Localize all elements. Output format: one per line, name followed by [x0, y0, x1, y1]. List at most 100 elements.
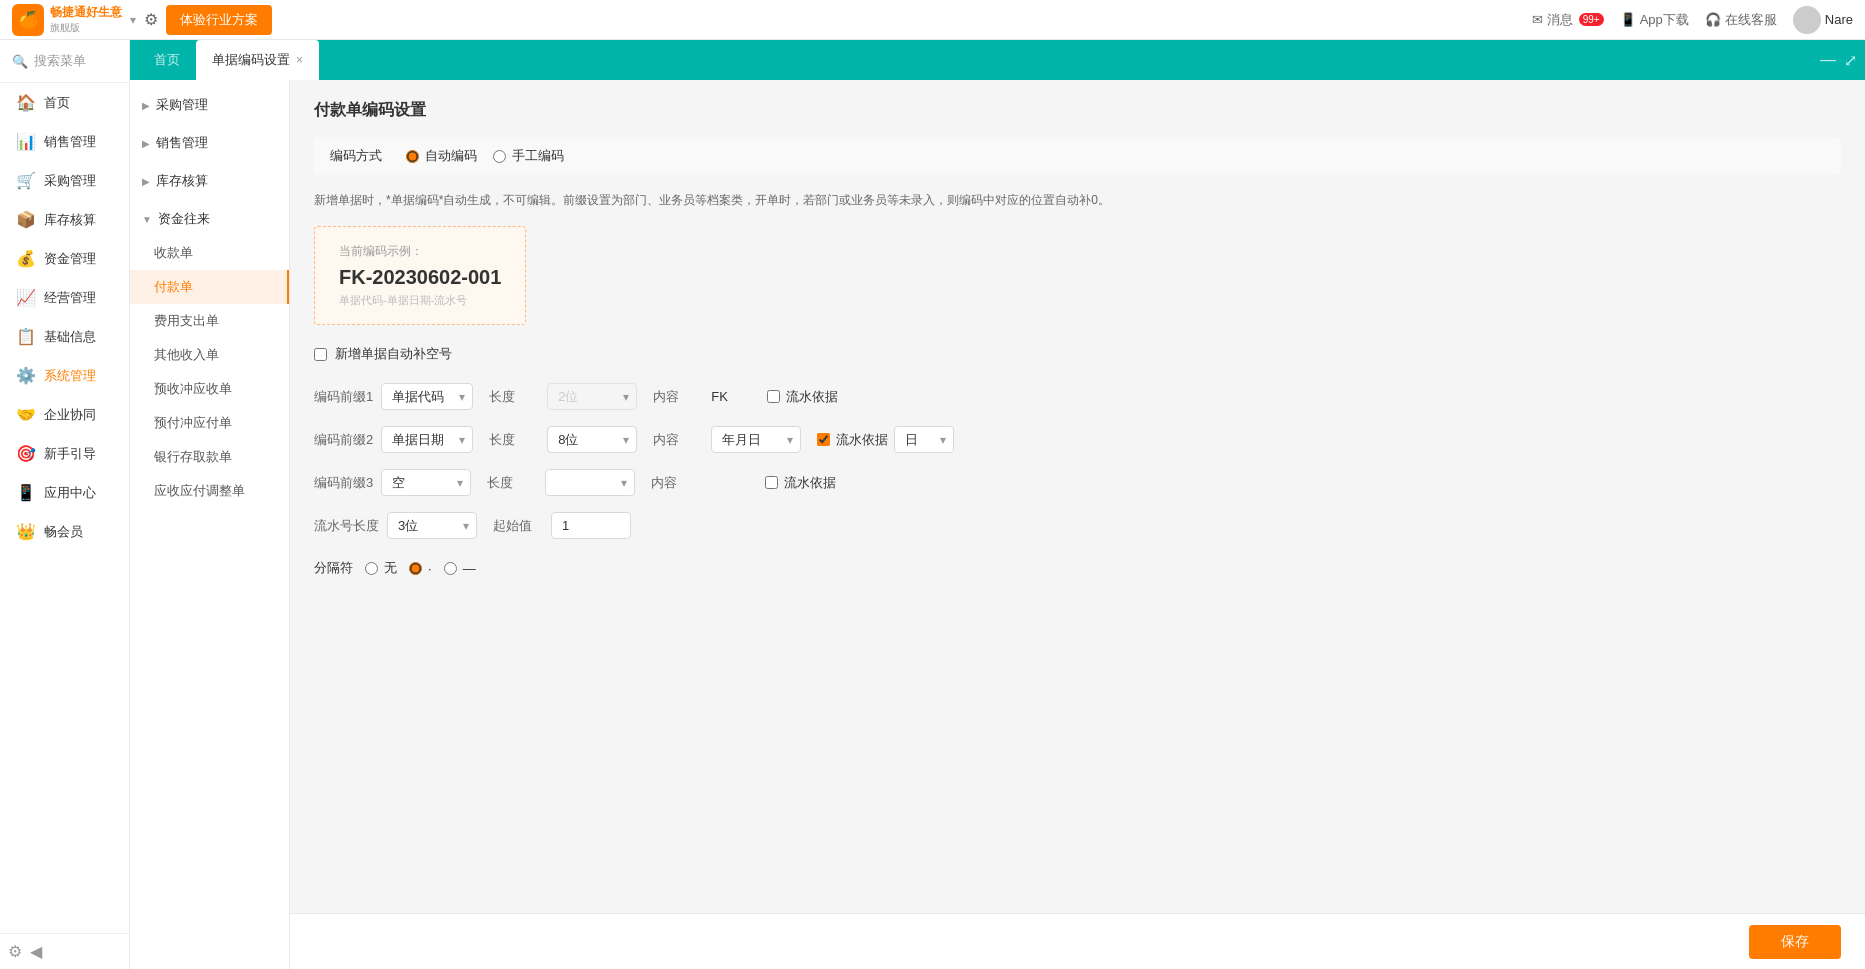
submenu-item-receipt[interactable]: 收款单	[130, 236, 289, 270]
prefix2-select[interactable]: 单据日期	[381, 426, 473, 453]
submenu-item-advance-offset[interactable]: 预付冲应付单	[130, 406, 289, 440]
stream2-unit-select[interactable]: 日	[894, 426, 954, 453]
online-service-item[interactable]: 🎧 在线客服	[1705, 11, 1777, 29]
submenu-item-other-income[interactable]: 其他收入单	[130, 338, 289, 372]
content-area: 首页 单据编码设置 × — ⤢ ▶ 采购管理	[130, 40, 1865, 969]
message-item[interactable]: ✉ 消息 99+	[1532, 11, 1604, 29]
topbar-left: 🍊 畅捷通好生意 旗舰版 ▾ ⚙ 体验行业方案	[12, 4, 272, 36]
prefix1-field: 编码前缀1 单据代码	[314, 383, 473, 410]
submenu-inventory-title[interactable]: ▶ 库存核算	[130, 164, 289, 198]
dropdown-text: ▾	[130, 13, 136, 27]
sidebar-item-home[interactable]: 🏠 首页	[0, 83, 129, 122]
sidebar-item-system[interactable]: ⚙️ 系统管理	[0, 356, 129, 395]
content2-select[interactable]: 年月日	[711, 426, 801, 453]
serial-start-input[interactable]	[551, 512, 631, 539]
sidebar-item-purchase[interactable]: 🛒 采购管理	[0, 161, 129, 200]
serial-length-field: 流水号长度 3位	[314, 512, 477, 539]
finance-icon: 💰	[16, 249, 36, 268]
settings-bottom-button[interactable]: ⚙	[8, 942, 22, 961]
content3-field: 内容	[651, 474, 749, 492]
basic-info-icon: 📋	[16, 327, 36, 346]
tab-maximize-button[interactable]: ⤢	[1844, 51, 1857, 70]
prefix3-select[interactable]: 空	[381, 469, 471, 496]
app-center-icon: 📱	[16, 483, 36, 502]
submenu-purchase-title[interactable]: ▶ 采购管理	[130, 88, 289, 122]
tab-bar-actions: — ⤢	[1820, 51, 1857, 70]
separator-dash-radio[interactable]: —	[444, 561, 476, 576]
stream2-field: 流水依据 日	[817, 426, 954, 453]
collapse-button[interactable]: ◀	[30, 942, 42, 961]
tab-minimize-button[interactable]: —	[1820, 51, 1836, 69]
submenu-group-inventory: ▶ 库存核算	[130, 164, 289, 198]
logo-text: 畅捷通好生意 旗舰版	[50, 4, 122, 35]
sidebar-item-sales[interactable]: 📊 销售管理	[0, 122, 129, 161]
submenu-item-payment[interactable]: 付款单	[130, 270, 289, 304]
length1-select[interactable]: 2位	[547, 383, 637, 410]
inner-layout: ▶ 采购管理 ▶ 销售管理 ▶ 库存核算	[130, 80, 1865, 969]
submenu-item-bank-deposit[interactable]: 银行存取款单	[130, 440, 289, 474]
inventory-icon: 📦	[16, 210, 36, 229]
form-area: 付款单编码设置 编码方式 自动编码 手工编码	[290, 80, 1865, 913]
submenu-finance-title[interactable]: ▼ 资金往来	[130, 202, 289, 236]
separator-row: 分隔符 无 · —	[314, 559, 1841, 577]
sidebar-item-app-center[interactable]: 📱 应用中心	[0, 473, 129, 512]
form-row-1: 编码前缀1 单据代码 长度 2位	[314, 383, 1841, 410]
separator-label: 分隔符	[314, 559, 353, 577]
preview-value: FK-20230602-001	[339, 266, 501, 289]
sidebar-menu: 🏠 首页 📊 销售管理 🛒 采购管理 📦 库存核算 💰 资金管理 📈 经	[0, 83, 129, 933]
sidebar-item-basic-info[interactable]: 📋 基础信息	[0, 317, 129, 356]
separator-dot-radio[interactable]: ·	[409, 561, 432, 576]
stream3-checkbox[interactable]	[765, 476, 778, 489]
stream1-checkbox[interactable]	[767, 390, 780, 403]
avatar	[1793, 6, 1821, 34]
tab-encoding-settings[interactable]: 单据编码设置 ×	[196, 40, 319, 80]
encoding-radio-group: 自动编码 手工编码	[406, 147, 564, 165]
serial-length-select-wrapper: 3位	[387, 512, 477, 539]
auto-fill-checkbox[interactable]	[314, 348, 327, 361]
search-menu-button[interactable]: 🔍 搜索菜单	[8, 48, 121, 74]
submenu-item-ap-adjustment[interactable]: 应收应付调整单	[130, 474, 289, 508]
page-title: 付款单编码设置	[314, 100, 1841, 121]
tab-bar: 首页 单据编码设置 × — ⤢	[130, 40, 1865, 80]
submenu-sales-title[interactable]: ▶ 销售管理	[130, 126, 289, 160]
sidebar-item-inventory[interactable]: 📦 库存核算	[0, 200, 129, 239]
tab-close-icon[interactable]: ×	[296, 53, 303, 67]
topbar: 🍊 畅捷通好生意 旗舰版 ▾ ⚙ 体验行业方案 ✉ 消息 99+ 📱 App下载…	[0, 0, 1865, 40]
sidebar-item-finance[interactable]: 💰 资金管理	[0, 239, 129, 278]
submenu-item-prepaid-offset[interactable]: 预收冲应收单	[130, 372, 289, 406]
submenu-item-expense[interactable]: 费用支出单	[130, 304, 289, 338]
settings-icon[interactable]: ⚙	[144, 10, 158, 29]
auto-fill-row: 新增单据自动补空号	[314, 345, 1841, 363]
bottom-bar: 保存	[290, 913, 1865, 969]
home-icon: 🏠	[16, 93, 36, 112]
user-info[interactable]: Nare	[1793, 6, 1853, 34]
member-icon: 👑	[16, 522, 36, 541]
prefix2-select-wrapper: 单据日期	[381, 426, 473, 453]
topbar-dropdown[interactable]: ▾	[130, 13, 136, 27]
app-download-item[interactable]: 📱 App下载	[1620, 11, 1689, 29]
stream2-checkbox[interactable]	[817, 433, 830, 446]
sidebar-item-member[interactable]: 👑 畅会员	[0, 512, 129, 551]
content1-value: FK	[711, 389, 751, 404]
form-row-3: 编码前缀3 空 长度	[314, 469, 1841, 496]
auto-encoding-radio[interactable]: 自动编码	[406, 147, 477, 165]
stream1-field: 流水依据	[767, 388, 838, 406]
length2-select[interactable]: 8位	[547, 426, 637, 453]
serial-length-select[interactable]: 3位	[387, 512, 477, 539]
separator-none-radio[interactable]: 无	[365, 559, 397, 577]
length3-select[interactable]	[545, 469, 635, 496]
sidebar-search-area: 🔍 搜索菜单	[0, 40, 129, 83]
sidebar-item-management[interactable]: 📈 经营管理	[0, 278, 129, 317]
stream2-unit-wrapper: 日	[894, 426, 954, 453]
prefix2-field: 编码前缀2 单据日期	[314, 426, 473, 453]
industry-button[interactable]: 体验行业方案	[166, 5, 272, 35]
sidebar-item-enterprise[interactable]: 🤝 企业协同	[0, 395, 129, 434]
message-badge: 99+	[1579, 13, 1604, 26]
tab-home[interactable]: 首页	[138, 40, 196, 80]
save-button[interactable]: 保存	[1749, 925, 1841, 959]
username: Nare	[1825, 12, 1853, 27]
prefix1-select[interactable]: 单据代码	[381, 383, 473, 410]
sidebar-item-guide[interactable]: 🎯 新手引导	[0, 434, 129, 473]
manual-encoding-radio[interactable]: 手工编码	[493, 147, 564, 165]
preview-sub: 单据代码-单据日期-流水号	[339, 293, 501, 308]
